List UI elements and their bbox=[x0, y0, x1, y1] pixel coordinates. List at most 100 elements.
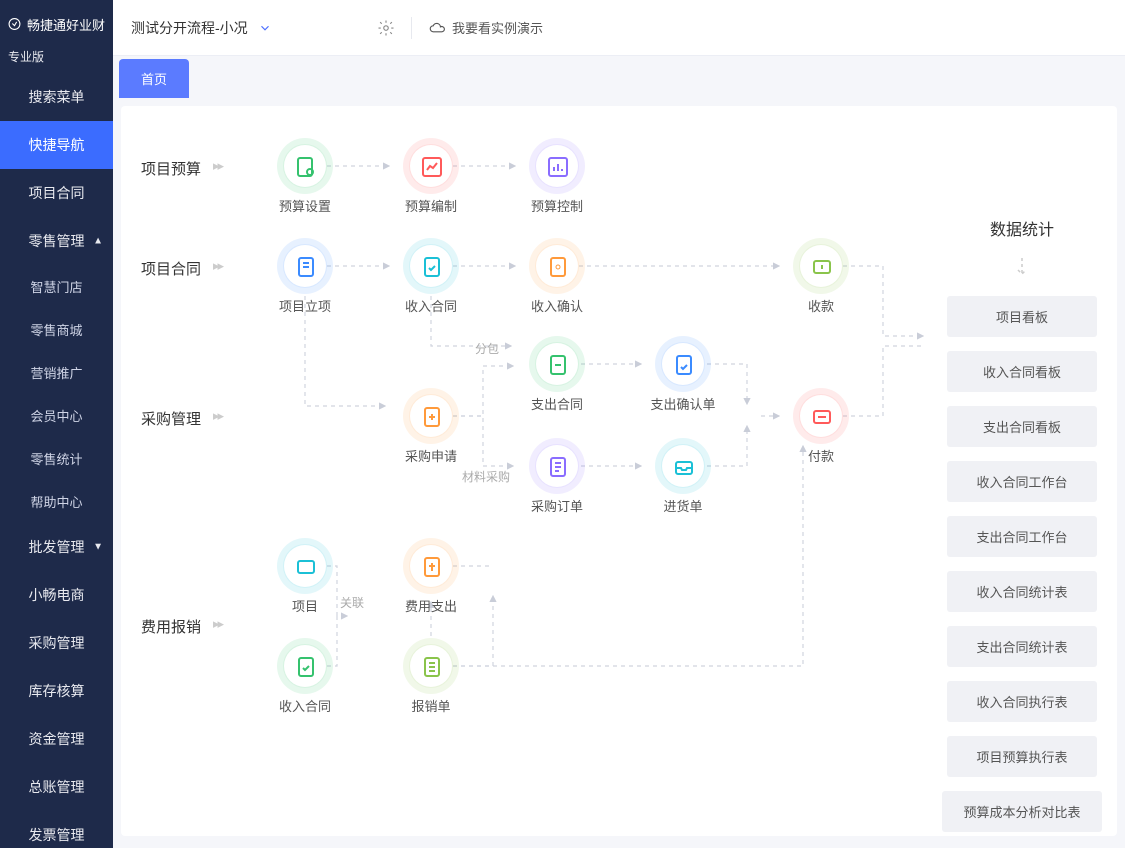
stats-title: 数据统计 bbox=[990, 216, 1054, 240]
sidebar-item[interactable]: 小畅电商 bbox=[0, 571, 113, 619]
gear-icon[interactable] bbox=[377, 19, 395, 37]
sidebar-search[interactable]: 搜索菜单 bbox=[0, 73, 113, 121]
doc-check-icon bbox=[420, 255, 442, 277]
topbar: 测试分开流程-小况 我要看实例演示 bbox=[113, 0, 1125, 56]
topbar-divider bbox=[411, 17, 412, 39]
doc-check-icon bbox=[294, 655, 316, 677]
section-arrow-icon: ▸▸ bbox=[213, 616, 222, 632]
cloud-icon bbox=[428, 19, 446, 37]
sidebar-item[interactable]: 快捷导航 bbox=[0, 121, 113, 169]
stat-button[interactable]: 支出合同统计表 bbox=[947, 626, 1097, 667]
doc-stamp-icon bbox=[672, 353, 694, 375]
node-label: 预算编制 bbox=[381, 196, 481, 215]
section-arrow-icon: ▸▸ bbox=[213, 158, 222, 174]
sidebar-item[interactable]: 总账管理 bbox=[0, 763, 113, 811]
stats-arrow-icon bbox=[1014, 256, 1030, 280]
node-label: 费用支出 bbox=[381, 596, 481, 615]
node-goods-in[interactable] bbox=[661, 444, 705, 488]
sidebar-menu: 快捷导航项目合同零售管理▲智慧门店零售商城营销推广会员中心零售统计帮助中心批发管… bbox=[0, 121, 113, 848]
bar-icon bbox=[546, 155, 568, 177]
node-label: 付款 bbox=[771, 446, 871, 465]
brand-area: 畅捷通好业财 bbox=[0, 0, 113, 48]
node-label: 进货单 bbox=[633, 496, 733, 515]
order-icon bbox=[546, 455, 568, 477]
stat-button[interactable]: 收入合同工作台 bbox=[947, 461, 1097, 502]
section-contract: 项目合同 bbox=[141, 258, 201, 279]
demo-link[interactable]: 我要看实例演示 bbox=[428, 18, 543, 37]
main-area: 测试分开流程-小况 我要看实例演示 首页 bbox=[113, 0, 1125, 848]
sidebar-subitem[interactable]: 零售商城 bbox=[0, 308, 113, 351]
node-label: 支出确认单 bbox=[633, 394, 733, 413]
node-label: 项目立项 bbox=[255, 296, 355, 315]
node-label: 采购订单 bbox=[507, 496, 607, 515]
node-reimburse[interactable] bbox=[409, 644, 453, 688]
tab-home[interactable]: 首页 bbox=[119, 59, 189, 98]
stat-button[interactable]: 预算成本分析对比表 bbox=[942, 791, 1102, 832]
org-selector-label: 测试分开流程-小况 bbox=[131, 18, 248, 38]
expense-icon bbox=[420, 555, 442, 577]
doc-out-icon bbox=[546, 353, 568, 375]
wallet-icon bbox=[810, 255, 832, 277]
sidebar-subitem[interactable]: 零售统计 bbox=[0, 437, 113, 480]
node-label: 收入合同 bbox=[381, 296, 481, 315]
sidebar-subitem[interactable]: 帮助中心 bbox=[0, 480, 113, 523]
brand-name: 畅捷通好业财 bbox=[27, 15, 105, 34]
node-income-confirm[interactable] bbox=[535, 244, 579, 288]
node-income-contract[interactable] bbox=[409, 244, 453, 288]
doc-star-icon bbox=[546, 255, 568, 277]
org-selector[interactable]: 测试分开流程-小况 bbox=[131, 18, 361, 38]
stats-column: 数据统计 项目看板收入合同看板支出合同看板收入合同工作台支出合同工作台收入合同统… bbox=[937, 216, 1107, 832]
stat-button[interactable]: 支出合同看板 bbox=[947, 406, 1097, 447]
stat-button[interactable]: 项目看板 bbox=[947, 296, 1097, 337]
tabs: 首页 bbox=[113, 56, 1125, 98]
sidebar-subitem[interactable]: 智慧门店 bbox=[0, 265, 113, 308]
material-label: 材料采购 bbox=[451, 468, 521, 485]
node-project[interactable] bbox=[283, 544, 327, 588]
node-receipt[interactable] bbox=[799, 244, 843, 288]
sidebar-item[interactable]: 库存核算 bbox=[0, 667, 113, 715]
node-expend-confirm[interactable] bbox=[661, 342, 705, 386]
sidebar-item[interactable]: 零售管理▲ bbox=[0, 217, 113, 265]
caret-icon: ▲ bbox=[93, 236, 103, 247]
stat-button[interactable]: 收入合同看板 bbox=[947, 351, 1097, 392]
stat-button[interactable]: 收入合同统计表 bbox=[947, 571, 1097, 612]
content: 项目预算 ▸▸ 项目合同 ▸▸ 采购管理 ▸▸ 费用报销 ▸▸ 预算设置 预算编… bbox=[113, 98, 1125, 848]
node-expend-contract[interactable] bbox=[535, 342, 579, 386]
node-payment[interactable] bbox=[799, 394, 843, 438]
demo-link-label: 我要看实例演示 bbox=[452, 18, 543, 37]
sidebar-subitem[interactable]: 营销推广 bbox=[0, 351, 113, 394]
sidebar-subitem[interactable]: 会员中心 bbox=[0, 394, 113, 437]
node-budget-set[interactable] bbox=[283, 144, 327, 188]
node-budget-make[interactable] bbox=[409, 144, 453, 188]
node-purchase-apply[interactable] bbox=[409, 394, 453, 438]
relate-label: 关联 bbox=[337, 596, 367, 610]
section-purchase: 采购管理 bbox=[141, 408, 201, 429]
node-expense-out[interactable] bbox=[409, 544, 453, 588]
node-label: 收入合同 bbox=[255, 696, 355, 715]
node-label: 支出合同 bbox=[507, 394, 607, 413]
stat-button[interactable]: 收入合同执行表 bbox=[947, 681, 1097, 722]
brand-edition: 专业版 bbox=[0, 48, 113, 73]
receipt-icon bbox=[420, 655, 442, 677]
pay-icon bbox=[810, 405, 832, 427]
node-label: 预算控制 bbox=[507, 196, 607, 215]
stat-button[interactable]: 支出合同工作台 bbox=[947, 516, 1097, 557]
section-arrow-icon: ▸▸ bbox=[213, 408, 222, 424]
sidebar-item[interactable]: 发票管理 bbox=[0, 811, 113, 848]
node-budget-ctrl[interactable] bbox=[535, 144, 579, 188]
node-income-contract-2[interactable] bbox=[283, 644, 327, 688]
stat-button[interactable]: 项目预算执行表 bbox=[947, 736, 1097, 777]
node-label: 收入确认 bbox=[507, 296, 607, 315]
node-purchase-order[interactable] bbox=[535, 444, 579, 488]
chevron-down-icon bbox=[258, 21, 272, 35]
sidebar-item[interactable]: 批发管理▼ bbox=[0, 523, 113, 571]
node-label: 报销单 bbox=[381, 696, 481, 715]
flow-card: 项目预算 ▸▸ 项目合同 ▸▸ 采购管理 ▸▸ 费用报销 ▸▸ 预算设置 预算编… bbox=[121, 106, 1117, 836]
brand-logo-icon bbox=[8, 13, 21, 35]
sidebar-item[interactable]: 资金管理 bbox=[0, 715, 113, 763]
section-budget: 项目预算 bbox=[141, 158, 201, 179]
sidebar-item[interactable]: 项目合同 bbox=[0, 169, 113, 217]
node-proj-init[interactable] bbox=[283, 244, 327, 288]
sidebar-item[interactable]: 采购管理 bbox=[0, 619, 113, 667]
chart-icon bbox=[420, 155, 442, 177]
